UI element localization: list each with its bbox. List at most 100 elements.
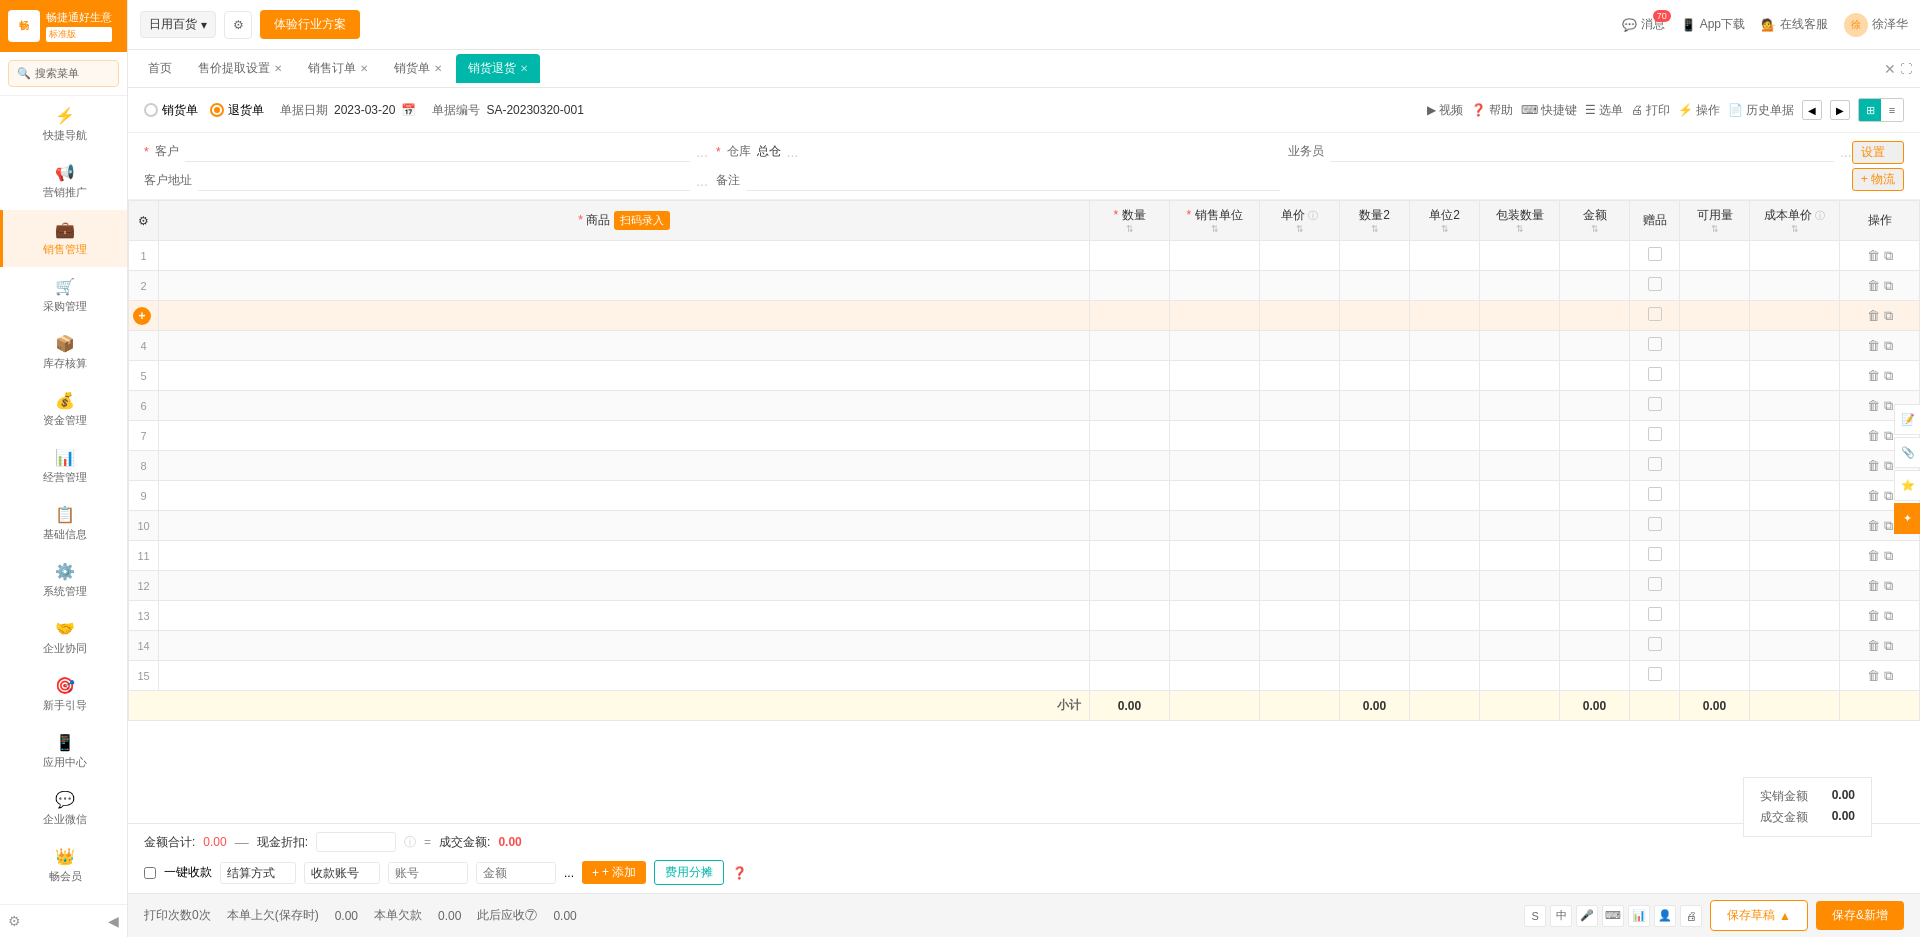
grid-view-btn[interactable]: ⊞ xyxy=(1859,99,1881,121)
customer-address-input[interactable] xyxy=(198,170,690,191)
tab-sales-return[interactable]: 销货退货 ✕ xyxy=(456,54,540,83)
delete-row-btn[interactable]: 🗑 xyxy=(1867,368,1880,384)
copy-row-btn[interactable]: ⧉ xyxy=(1884,638,1893,654)
add-payment-button[interactable]: + + 添加 xyxy=(582,861,646,884)
calendar-icon[interactable]: 📅 xyxy=(401,103,416,117)
bottom-icon-1[interactable]: S xyxy=(1524,905,1546,927)
right-panel-attach[interactable]: 📎 xyxy=(1894,437,1920,468)
gift-checkbox[interactable] xyxy=(1648,637,1662,651)
bottom-icon-2[interactable]: 中 xyxy=(1550,905,1572,927)
delete-row-btn[interactable]: 🗑 xyxy=(1867,428,1880,444)
amount-input[interactable] xyxy=(476,862,556,884)
sidebar-item-finance[interactable]: 💰 资金管理 xyxy=(0,381,127,438)
copy-row-btn[interactable]: ⧉ xyxy=(1884,428,1893,444)
sidebar-item-system[interactable]: ⚙️ 系统管理 xyxy=(0,552,127,609)
address-more-btn[interactable]: ... xyxy=(696,173,708,189)
add-row-btn[interactable]: + xyxy=(133,307,151,325)
help-btn[interactable]: ❓ 帮助 xyxy=(1471,102,1513,119)
delete-row-btn[interactable]: 🗑 xyxy=(1867,338,1880,354)
topbar-gear-button[interactable]: ⚙ xyxy=(224,11,252,39)
tab-close-icon[interactable]: ✕ xyxy=(274,63,282,74)
sidebar-item-newbie[interactable]: 🎯 新手引导 xyxy=(0,666,127,723)
sidebar-settings-icon[interactable]: ⚙ xyxy=(8,913,21,929)
help-icon[interactable]: ❓ xyxy=(732,866,747,880)
select-order-btn[interactable]: ☰ 选单 xyxy=(1585,102,1623,119)
delete-row-btn[interactable]: 🗑 xyxy=(1867,248,1880,264)
copy-row-btn[interactable]: ⧉ xyxy=(1884,608,1893,624)
table-cell-product[interactable] xyxy=(159,511,1090,541)
table-cell-product[interactable] xyxy=(159,421,1090,451)
copy-row-btn[interactable]: ⧉ xyxy=(1884,668,1893,684)
table-cell-product[interactable] xyxy=(159,271,1090,301)
salesperson-more-btn[interactable]: ... xyxy=(1840,144,1852,160)
table-cell-product[interactable] xyxy=(159,361,1090,391)
salesperson-input[interactable] xyxy=(1330,141,1834,162)
settlement-method-select[interactable]: 结算方式 xyxy=(220,862,296,884)
list-view-btn[interactable]: ≡ xyxy=(1881,99,1903,121)
gift-checkbox[interactable] xyxy=(1648,517,1662,531)
nav-next-btn[interactable]: ▶ xyxy=(1830,100,1850,120)
right-panel-star[interactable]: ⭐ xyxy=(1894,470,1920,501)
copy-row-btn[interactable]: ⧉ xyxy=(1884,248,1893,264)
account-input[interactable] xyxy=(388,862,468,884)
table-cell-product[interactable] xyxy=(159,661,1090,691)
history-btn[interactable]: 📄 历史单据 xyxy=(1728,102,1794,119)
delete-row-btn[interactable]: 🗑 xyxy=(1867,308,1880,324)
delete-row-btn[interactable]: 🗑 xyxy=(1867,638,1880,654)
gift-checkbox[interactable] xyxy=(1648,277,1662,291)
settings-button[interactable]: 设置 xyxy=(1852,141,1904,164)
sidebar-item-basic[interactable]: 📋 基础信息 xyxy=(0,495,127,552)
video-btn[interactable]: ▶ 视频 xyxy=(1427,102,1463,119)
copy-row-btn[interactable]: ⧉ xyxy=(1884,578,1893,594)
copy-row-btn[interactable]: ⧉ xyxy=(1884,278,1893,294)
nav-prev-btn[interactable]: ◀ xyxy=(1802,100,1822,120)
online-service-button[interactable]: 💁 在线客服 xyxy=(1761,16,1828,33)
tab-close-button[interactable]: ✕ xyxy=(1884,61,1896,77)
gift-checkbox[interactable] xyxy=(1648,247,1662,261)
customer-more-btn[interactable]: ... xyxy=(696,144,708,160)
th-settings[interactable]: ⚙ xyxy=(129,201,159,241)
copy-row-btn[interactable]: ⧉ xyxy=(1884,308,1893,324)
delete-row-btn[interactable]: 🗑 xyxy=(1867,488,1880,504)
copy-row-btn[interactable]: ⧉ xyxy=(1884,368,1893,384)
right-panel-notes[interactable]: 📝 xyxy=(1894,404,1920,435)
customer-input[interactable] xyxy=(185,141,691,162)
gift-checkbox[interactable] xyxy=(1648,487,1662,501)
copy-row-btn[interactable]: ⧉ xyxy=(1884,488,1893,504)
collection-account-select[interactable]: 收款账号 xyxy=(304,862,380,884)
print-btn[interactable]: 🖨 打印 xyxy=(1631,102,1670,119)
table-cell-product[interactable] xyxy=(159,301,1090,331)
table-cell-product[interactable] xyxy=(159,481,1090,511)
search-menu-button[interactable]: 🔍 搜索菜单 xyxy=(8,60,119,87)
cash-discount-input[interactable] xyxy=(316,832,396,852)
tab-close-icon[interactable]: ✕ xyxy=(434,63,442,74)
bottom-icon-4[interactable]: ⌨ xyxy=(1602,905,1624,927)
table-cell-product[interactable] xyxy=(159,601,1090,631)
gift-checkbox[interactable] xyxy=(1648,457,1662,471)
table-cell-product[interactable] xyxy=(159,241,1090,271)
table-cell-product[interactable] xyxy=(159,451,1090,481)
scan-button[interactable]: 扫码录入 xyxy=(614,211,670,230)
gift-checkbox[interactable] xyxy=(1648,337,1662,351)
sidebar-item-operations[interactable]: 📊 经营管理 xyxy=(0,438,127,495)
delete-row-btn[interactable]: 🗑 xyxy=(1867,458,1880,474)
warehouse-more-btn[interactable]: ... xyxy=(787,144,799,160)
gift-checkbox[interactable] xyxy=(1648,367,1662,381)
copy-row-btn[interactable]: ⧉ xyxy=(1884,398,1893,414)
bottom-icon-5[interactable]: 📊 xyxy=(1628,905,1650,927)
save-new-button[interactable]: 保存&新增 xyxy=(1816,901,1904,930)
copy-row-btn[interactable]: ⧉ xyxy=(1884,548,1893,564)
sidebar-item-shortcuts[interactable]: ⚡ 快捷导航 xyxy=(0,96,127,153)
tab-home[interactable]: 首页 xyxy=(136,54,184,83)
table-cell-product[interactable] xyxy=(159,391,1090,421)
sidebar-item-inventory[interactable]: 📦 库存核算 xyxy=(0,324,127,381)
table-cell-product[interactable] xyxy=(159,331,1090,361)
sidebar-item-member[interactable]: 👑 畅会员 xyxy=(0,837,127,894)
gift-checkbox[interactable] xyxy=(1648,607,1662,621)
shortcuts-btn[interactable]: ⌨ 快捷键 xyxy=(1521,102,1577,119)
bottom-icon-3[interactable]: 🎤 xyxy=(1576,905,1598,927)
bottom-icon-6[interactable]: 👤 xyxy=(1654,905,1676,927)
table-cell-product[interactable] xyxy=(159,571,1090,601)
sidebar-item-marketing[interactable]: 📢 营销推广 xyxy=(0,153,127,210)
sidebar-item-purchase[interactable]: 🛒 采购管理 xyxy=(0,267,127,324)
